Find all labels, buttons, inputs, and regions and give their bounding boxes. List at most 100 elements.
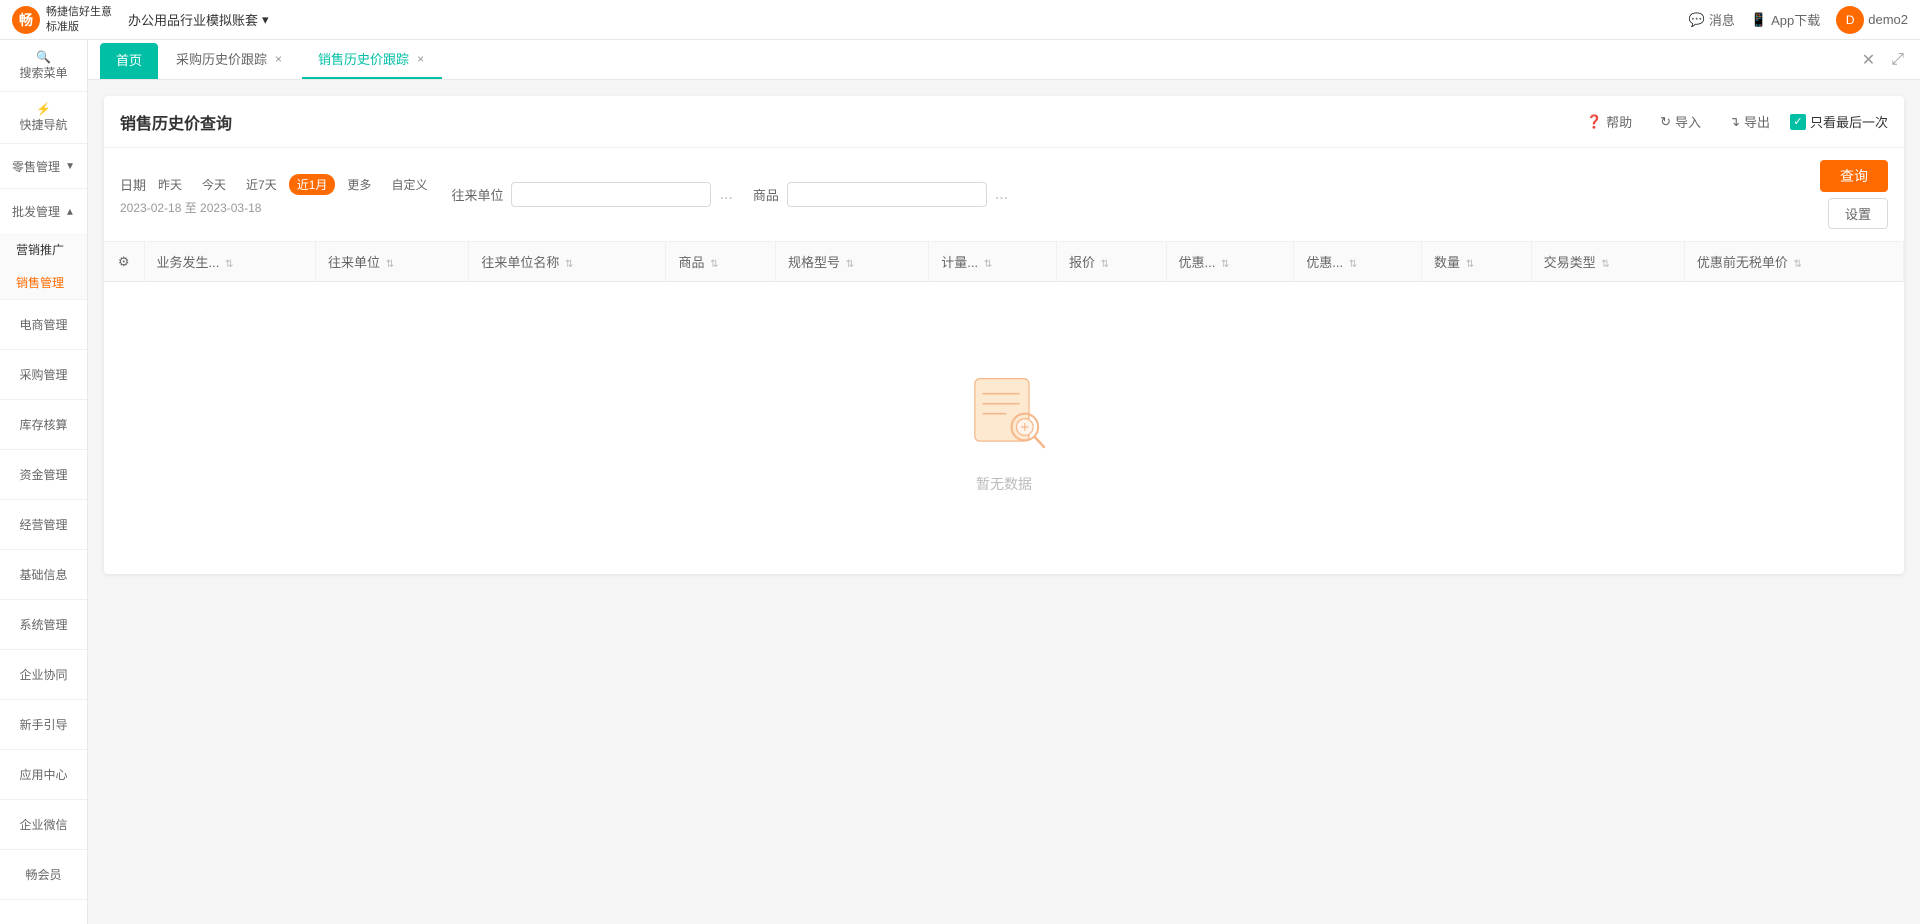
th-tax-price[interactable]: 优惠前无税单价 ⇅ [1684,242,1903,282]
close-window-btn[interactable]: ✕ [1858,46,1879,74]
tab-purchase-track[interactable]: 采购历史价跟踪 × [160,41,300,79]
app-download-button[interactable]: 📱 App下载 [1751,10,1820,29]
date-today-btn[interactable]: 今天 [194,174,234,195]
sidebar-item-appstore[interactable]: 应用中心 [0,750,87,800]
tab-purchase-track-label: 采购历史价跟踪 [176,49,267,68]
sidebar-item-wechat[interactable]: 企业微信 [0,800,87,850]
sidebar-appstore-label: 应用中心 [19,766,67,783]
maximize-btn[interactable]: ⤢ [1887,47,1908,73]
th-quantity-label: 数量 [1434,255,1460,270]
tab-home[interactable]: 首页 [100,43,158,79]
filter-area: 日期 昨天 今天 近7天 近1月 更多 自定义 2023-02-18 至 202… [104,148,1904,242]
logo-icon: 畅 [12,6,40,34]
query-button[interactable]: 查询 [1820,160,1888,192]
sidebar-item-operations[interactable]: 经营管理 [0,500,87,550]
product-label: 商品 [753,185,779,204]
sort-icon-discount2: ⇅ [1349,259,1357,270]
search-icon: 🔍 [36,50,51,64]
sort-icon-trade-type: ⇅ [1601,259,1609,270]
import-button[interactable]: ↻ 导入 [1652,108,1709,135]
page-content: 销售历史价查询 ❓ 帮助 ↻ 导入 ↴ 导出 [88,80,1920,924]
th-discount1[interactable]: 优惠... ⇅ [1166,242,1294,282]
sidebar-item-ecommerce[interactable]: 电商管理 [0,300,87,350]
wholesale-arrow-icon: ▼ [65,206,75,217]
date-custom-btn[interactable]: 自定义 [383,174,435,195]
retail-arrow-icon: ▼ [65,161,75,172]
tab-sales-track[interactable]: 销售历史价跟踪 × [302,41,442,79]
th-biz-date-label: 业务发生... [157,255,220,270]
empty-icon [954,362,1054,462]
th-discount2[interactable]: 优惠... ⇅ [1294,242,1422,282]
th-unit[interactable]: 计量... ⇅ [929,242,1057,282]
th-spec[interactable]: 规格型号 ⇅ [775,242,928,282]
tabs-bar: 首页 采购历史价跟踪 × 销售历史价跟踪 × ✕ ⤢ [88,40,1920,80]
product-input[interactable] [787,182,987,207]
date-7days-btn[interactable]: 近7天 [238,174,285,195]
tabs-right: ✕ ⤢ [1858,46,1908,74]
product-filter-group: 商品 ... [753,182,1012,207]
sidebar-item-wholesale[interactable]: 批发管理 ▼ [0,189,87,233]
import-icon: ↻ [1660,114,1671,130]
empty-state: 暂无数据 [104,282,1904,574]
th-price[interactable]: 报价 ⇅ [1057,242,1167,282]
message-label: 消息 [1709,10,1735,29]
quick-nav-icon: ⚡ [36,102,51,116]
help-label: 帮助 [1606,112,1632,131]
sidebar-item-enterprise[interactable]: 企业协同 [0,650,87,700]
sort-icon-discount1: ⇅ [1221,259,1229,270]
tab-purchase-close-btn[interactable]: × [273,52,284,66]
help-button[interactable]: ❓ 帮助 [1578,108,1640,135]
export-button[interactable]: ↴ 导出 [1721,108,1778,135]
avatar: D [1836,6,1864,34]
sidebar-quick-nav-label: 快捷导航 [19,116,67,133]
sidebar-sub-marketing[interactable]: 营销推广 [0,233,87,266]
table-area: ⚙ 业务发生... ⇅ 往来单位 ⇅ [104,242,1904,574]
only-last-checkbox[interactable]: ✓ 只看最后一次 [1790,112,1888,131]
th-partner-code[interactable]: 往来单位 ⇅ [316,242,469,282]
import-label: 导入 [1675,112,1701,131]
date-1month-btn[interactable]: 近1月 [289,174,336,195]
sidebar-operations-label: 经营管理 [19,516,67,533]
sidebar-item-guide[interactable]: 新手引导 [0,700,87,750]
th-trade-type-label: 交易类型 [1544,255,1596,270]
th-settings[interactable]: ⚙ [104,242,144,282]
tab-home-label: 首页 [116,50,142,69]
header-left: 畅 畅捷信好生意 标准版 办公用品行业模拟账套 ▾ [12,5,277,34]
sidebar-retail-label: 零售管理 [12,158,60,175]
date-yesterday-btn[interactable]: 昨天 [150,174,190,195]
th-trade-type[interactable]: 交易类型 ⇅ [1531,242,1684,282]
setting-button[interactable]: 设置 [1828,198,1888,229]
sidebar-sub-sales[interactable]: 销售管理 [0,266,87,299]
th-product[interactable]: 商品 ⇅ [666,242,776,282]
sidebar-item-system[interactable]: 系统管理 [0,600,87,650]
sidebar-item-retail[interactable]: 零售管理 ▼ [0,144,87,188]
message-button[interactable]: 💬 消息 [1689,10,1735,29]
sidebar-item-member[interactable]: 畅会员 [0,850,87,900]
sort-icon-biz-date: ⇅ [225,259,233,270]
sidebar-item-quick-nav[interactable]: ⚡ 快捷导航 [0,92,87,144]
partner-input[interactable] [511,182,711,207]
sidebar-finance-label: 资金管理 [19,466,67,483]
th-partner-name[interactable]: 往来单位名称 ⇅ [469,242,666,282]
date-filter: 日期 昨天 今天 近7天 近1月 更多 自定义 2023-02-18 至 202… [120,174,435,216]
sidebar-item-search[interactable]: 🔍 搜索菜单 [0,40,87,92]
workspace-selector[interactable]: 办公用品行业模拟账套 ▾ [120,6,277,33]
th-biz-date[interactable]: 业务发生... ⇅ [144,242,316,282]
product-input-wrapper: ... [787,182,1012,207]
sort-icon-spec: ⇅ [846,259,854,270]
date-more-btn[interactable]: 更多 [339,174,379,195]
sidebar-sales-label: 销售管理 [16,276,64,290]
sidebar-item-inventory[interactable]: 库存核算 [0,400,87,450]
sidebar: 🔍 搜索菜单 ⚡ 快捷导航 零售管理 ▼ 批发管理 ▼ 营销推广 销售管理 [0,40,88,924]
sidebar-item-purchase[interactable]: 采购管理 [0,350,87,400]
filter-action-area: 查询 设置 [1820,160,1888,229]
user-menu[interactable]: D demo2 [1836,6,1908,34]
partner-input-wrapper: ... [511,182,736,207]
sidebar-marketing-label: 营销推广 [16,243,64,257]
th-discount1-label: 优惠... [1179,255,1216,270]
sidebar-guide-label: 新手引导 [19,716,67,733]
tab-sales-close-btn[interactable]: × [415,52,426,66]
th-quantity[interactable]: 数量 ⇅ [1422,242,1532,282]
sidebar-item-basic[interactable]: 基础信息 [0,550,87,600]
sidebar-item-finance[interactable]: 资金管理 [0,450,87,500]
